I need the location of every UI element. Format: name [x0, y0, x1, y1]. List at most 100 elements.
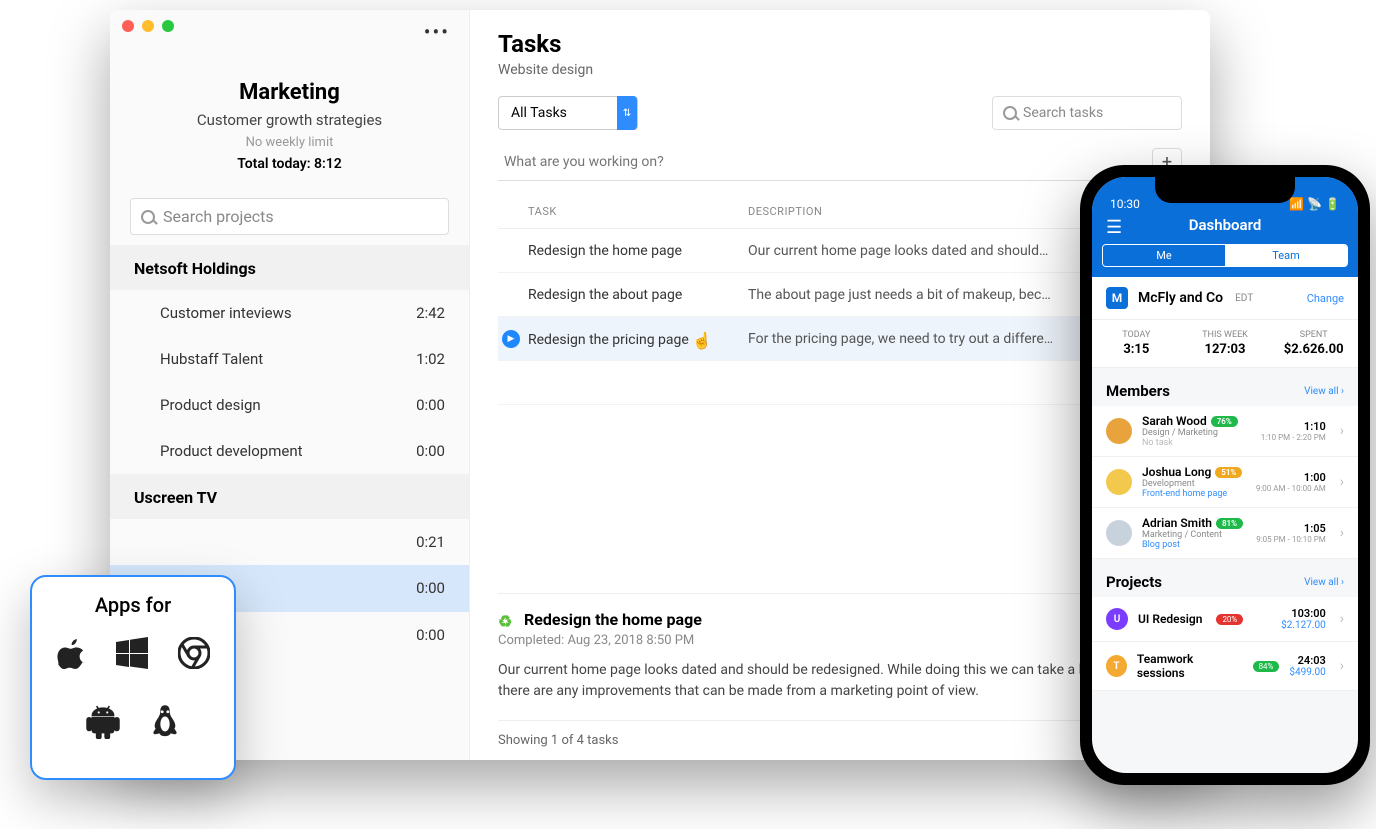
apple-icon[interactable]	[56, 637, 86, 679]
stat-week-label: THIS WEEK	[1181, 330, 1270, 340]
change-org-link[interactable]: Change	[1307, 292, 1344, 305]
chevron-right-icon: ›	[1340, 611, 1344, 627]
member-row[interactable]: Joshua Long51%DevelopmentFront-end home …	[1092, 457, 1358, 508]
project-row[interactable]: TTeamwork sessions84%24:03$499.00›	[1092, 642, 1358, 691]
sidebar-project-row[interactable]: 0:21	[110, 519, 469, 565]
weekly-limit: No weekly limit	[130, 135, 449, 150]
project-name: Teamwork sessions	[1137, 652, 1239, 680]
projects-heading: Projects	[1106, 573, 1162, 591]
chevron-right-icon: ›	[1340, 525, 1344, 541]
sidebar-group-header[interactable]: Uscreen TV	[110, 474, 469, 519]
segmented-control[interactable]: Me Team	[1102, 244, 1348, 267]
project-time: 0:21	[416, 533, 445, 551]
phone-navbar: ☰ Dashboard	[1092, 213, 1358, 244]
project-dot: U	[1106, 608, 1128, 630]
project-time: 2:42	[416, 304, 445, 322]
search-projects-placeholder: Search projects	[163, 207, 274, 226]
project-time: 103:00	[1281, 607, 1326, 620]
members-heading: Members	[1106, 382, 1170, 400]
org-name: McFly and Co	[1138, 290, 1223, 306]
linux-icon[interactable]	[150, 705, 180, 749]
member-row[interactable]: Sarah Wood76%Design / MarketingNo task1:…	[1092, 406, 1358, 457]
segment-me[interactable]: Me	[1103, 245, 1225, 266]
project-time: 1:02	[416, 350, 445, 368]
more-menu-icon[interactable]: •••	[424, 20, 450, 44]
phone-screen: 10:30 📶 📡 🔋 ☰ Dashboard Me Team M McFly …	[1092, 177, 1358, 773]
task-name: Redesign the about page	[528, 287, 748, 303]
project-money: $2.127.00	[1281, 620, 1326, 631]
project-name: UI Redesign	[1138, 612, 1202, 626]
project-time: 0:00	[416, 626, 445, 644]
member-range: 1:10 PM - 2:20 PM	[1261, 433, 1326, 442]
total-today: Total today: 8:12	[130, 156, 449, 172]
member-name: Sarah Wood76%	[1142, 414, 1238, 428]
project-time: 0:00	[416, 442, 445, 460]
detail-title: Redesign the home page	[524, 610, 702, 629]
member-role: Development	[1142, 479, 1242, 489]
apps-for-card: Apps for	[30, 575, 236, 780]
hamburger-icon[interactable]: ☰	[1106, 217, 1122, 238]
member-task: Blog post	[1142, 540, 1243, 550]
members-view-all[interactable]: View all ›	[1304, 386, 1344, 397]
member-role: Marketing / Content	[1142, 530, 1243, 540]
stat-spent-label: SPENT	[1269, 330, 1358, 340]
project-money: $499.00	[1289, 667, 1325, 678]
chrome-icon[interactable]	[178, 637, 210, 679]
activity-badge: 51%	[1215, 467, 1242, 478]
search-tasks-input[interactable]: Search tasks	[992, 96, 1182, 130]
windows-icon[interactable]	[116, 637, 148, 679]
phone-time: 10:30	[1110, 197, 1140, 211]
apps-for-heading: Apps for	[48, 593, 218, 617]
close-window-icon[interactable]	[122, 20, 134, 32]
cursor-icon: ☝	[692, 331, 712, 350]
project-name: Product design	[160, 396, 261, 414]
phone-mockup: 10:30 📶 📡 🔋 ☰ Dashboard Me Team M McFly …	[1080, 165, 1370, 785]
activity-badge: 84%	[1253, 661, 1280, 672]
project-dot: T	[1106, 655, 1127, 677]
task-count-footer: Showing 1 of 4 tasks	[498, 733, 618, 748]
member-row[interactable]: Adrian Smith81%Marketing / ContentBlog p…	[1092, 508, 1358, 559]
window-controls	[122, 20, 174, 32]
sidebar-group-header[interactable]: Netsoft Holdings	[110, 245, 469, 290]
sidebar-project-row[interactable]: Product design 0:00	[110, 382, 469, 428]
phone-title: Dashboard	[1189, 216, 1262, 234]
sidebar-project-row[interactable]: Hubstaff Talent1:02	[110, 336, 469, 382]
stat-today-label: TODAY	[1092, 330, 1181, 340]
member-name: Adrian Smith81%	[1142, 516, 1243, 530]
member-time: 1:05	[1256, 522, 1326, 535]
stats-row: TODAY3:15 THIS WEEK127:03 SPENT$2.626.00	[1092, 319, 1358, 368]
activity-badge: 20%	[1216, 614, 1243, 625]
android-icon[interactable]	[86, 705, 120, 749]
project-time: 0:00	[416, 396, 445, 414]
task-name: Redesign the home page	[528, 243, 748, 259]
col-task: TASK	[528, 205, 748, 218]
member-range: 9:05 PM - 10:10 PM	[1256, 535, 1326, 544]
member-task: Front-end home page	[1142, 489, 1242, 499]
phone-status-icons: 📶 📡 🔋	[1289, 197, 1340, 211]
segment-team[interactable]: Team	[1225, 245, 1347, 266]
search-icon	[1003, 106, 1017, 120]
maximize-window-icon[interactable]	[162, 20, 174, 32]
minimize-window-icon[interactable]	[142, 20, 154, 32]
member-range: 9:00 AM - 10:00 AM	[1256, 484, 1326, 493]
activity-badge: 81%	[1216, 518, 1243, 529]
play-icon[interactable]: ▶	[502, 330, 520, 348]
projects-view-all[interactable]: View all ›	[1304, 577, 1344, 588]
task-filter-dropdown[interactable]: All Tasks ⇅	[498, 96, 638, 130]
search-icon	[141, 210, 155, 224]
app-window: ••• Marketing Customer growth strategies…	[110, 10, 1210, 760]
org-row[interactable]: M McFly and Co EDT Change	[1092, 277, 1358, 319]
recycle-icon	[498, 612, 514, 628]
task-filter-label: All Tasks	[511, 105, 567, 121]
new-task-input[interactable]	[498, 144, 1140, 181]
member-time: 1:00	[1256, 471, 1326, 484]
avatar	[1106, 520, 1132, 546]
search-projects-input[interactable]: Search projects	[130, 198, 449, 235]
breadcrumb: Website design	[498, 62, 1182, 78]
sidebar-project-row[interactable]: Customer inteviews2:42	[110, 290, 469, 336]
sidebar-project-row[interactable]: Product development0:00	[110, 428, 469, 474]
project-row[interactable]: U UI Redesign 20% 103:00$2.127.00 ›	[1092, 597, 1358, 642]
avatar	[1106, 418, 1132, 444]
member-role: Design / Marketing	[1142, 428, 1238, 438]
project-title: Marketing	[130, 80, 449, 105]
